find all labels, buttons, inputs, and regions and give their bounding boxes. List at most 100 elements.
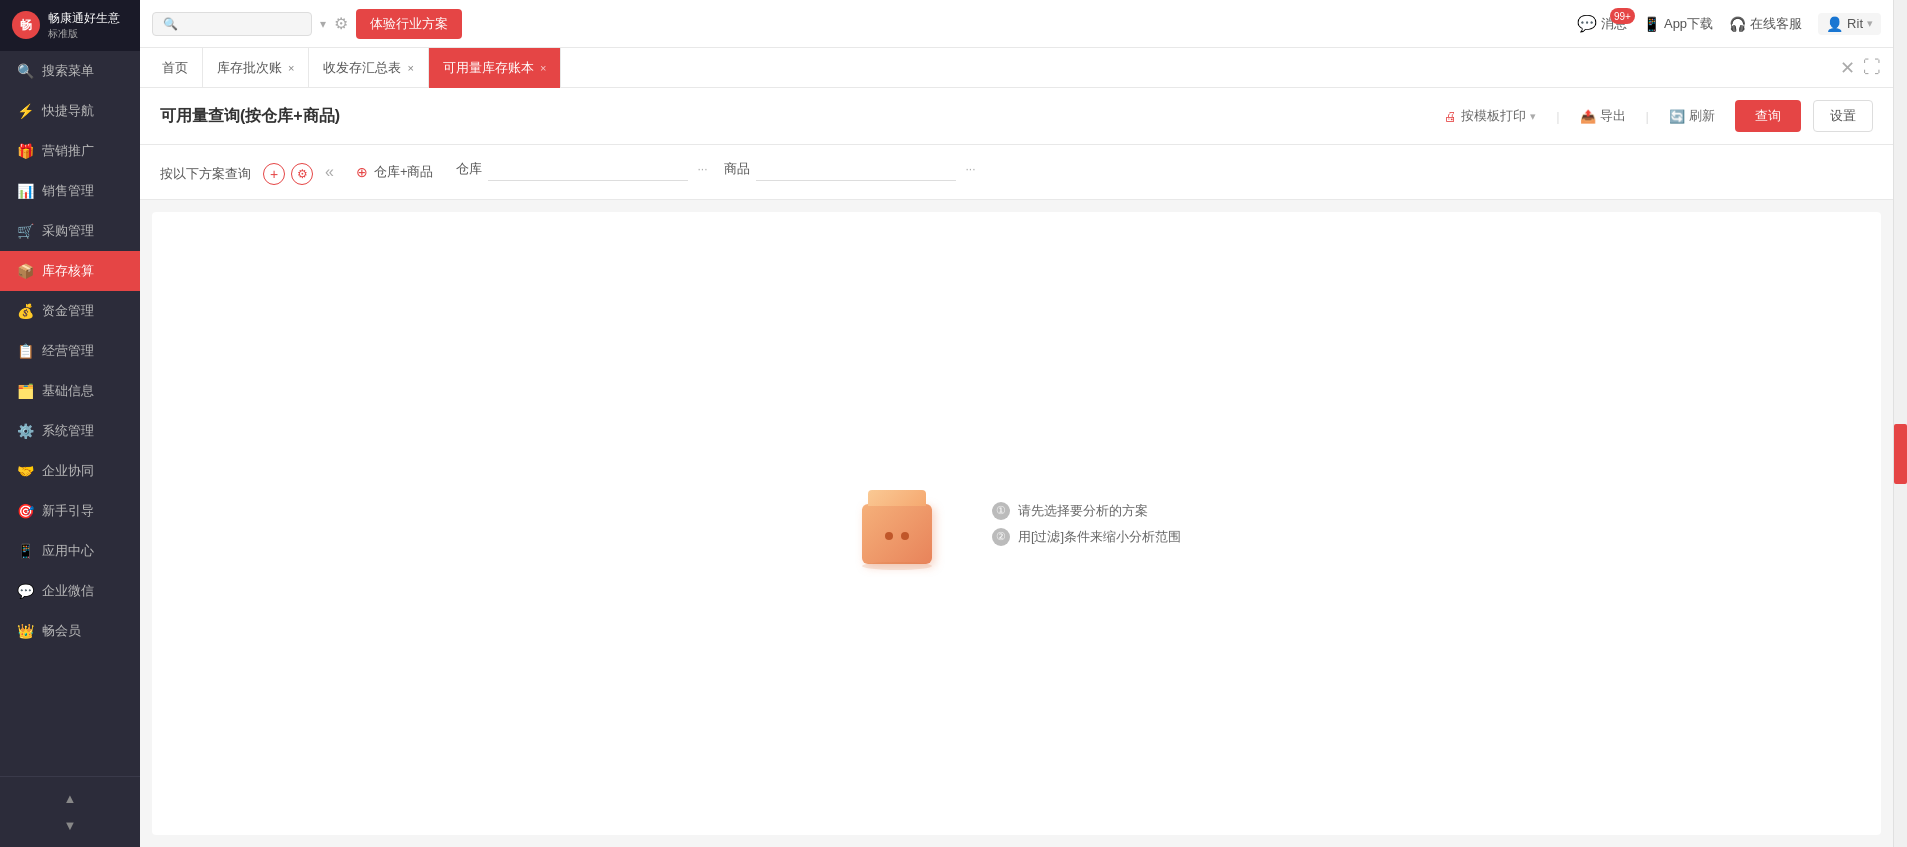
sidebar-item-label: 营销推广 — [42, 142, 94, 160]
scheme-warehouse-product[interactable]: ⊕ 仓库+商品 — [346, 157, 444, 187]
tabs-bar: 首页 库存批次账 × 收发存汇总表 × 可用量库存账本 × ✕ ⛶ — [140, 48, 1893, 88]
scroll-down-btn[interactable]: ▼ — [0, 812, 140, 839]
filter-schemes: ⊕ 仓库+商品 — [346, 157, 444, 187]
main-area: 🔍 ▾ ⚙ 体验行业方案 💬 消息 99+ 📱 App下载 🎧 在线客服 👤 R — [140, 0, 1893, 847]
chart-icon: 📊 — [16, 182, 34, 200]
sidebar-item-label: 基础信息 — [42, 382, 94, 400]
tab-expand-button[interactable]: ⛶ — [1863, 57, 1881, 78]
print-icon: 🖨 — [1444, 109, 1457, 124]
scheme-label: 仓库+商品 — [374, 163, 434, 181]
app-badge: 标准版 — [48, 27, 120, 41]
cart-icon: 🛒 — [16, 222, 34, 240]
tab-home[interactable]: 首页 — [148, 48, 203, 88]
sidebar-item-label: 销售管理 — [42, 182, 94, 200]
product-input[interactable] — [756, 157, 956, 181]
crown-icon: 👑 — [16, 622, 34, 640]
scheme-icon: ⊕ — [356, 164, 368, 180]
export-icon: 📤 — [1580, 109, 1596, 124]
empty-tip-2: ② 用[过滤]条件来缩小分析范围 — [992, 528, 1181, 546]
gear-icon: ⚙️ — [16, 422, 34, 440]
sidebar-item-label: 采购管理 — [42, 222, 94, 240]
page-title: 可用量查询(按仓库+商品) — [160, 106, 340, 127]
search-icon: 🔍 — [163, 17, 178, 31]
sidebar-item-inventory[interactable]: 📦 库存核算 — [0, 251, 140, 291]
filter-collapse-button[interactable]: « — [325, 157, 334, 181]
tab-close-icon[interactable]: × — [407, 62, 413, 74]
filter-label: 按以下方案查询 — [160, 157, 251, 183]
refresh-icon: 🔄 — [1669, 109, 1685, 124]
warehouse-more-icon[interactable]: ··· — [694, 158, 712, 180]
sidebar-item-wechat[interactable]: 💬 企业微信 — [0, 571, 140, 611]
scroll-thumb[interactable] — [1894, 424, 1907, 484]
export-button[interactable]: 📤 导出 — [1572, 103, 1634, 129]
box-eye-left — [885, 532, 893, 540]
tab-label: 收发存汇总表 — [323, 59, 401, 77]
topbar-right: 💬 消息 99+ 📱 App下载 🎧 在线客服 👤 Rit ▾ — [1577, 13, 1881, 35]
sidebar-item-finance[interactable]: 💰 资金管理 — [0, 291, 140, 331]
product-label: 商品 — [724, 160, 750, 178]
sidebar-item-basic[interactable]: 🗂️ 基础信息 — [0, 371, 140, 411]
filter-add-button[interactable]: + — [263, 163, 285, 185]
sidebar-item-newbie[interactable]: 🎯 新手引导 — [0, 491, 140, 531]
topbar-gear-icon[interactable]: ⚙ — [334, 14, 348, 33]
user-menu-button[interactable]: 👤 Rit ▾ — [1818, 13, 1881, 35]
trial-button[interactable]: 体验行业方案 — [356, 9, 462, 39]
app-download-button[interactable]: 📱 App下载 — [1643, 15, 1713, 33]
app-label: App下载 — [1664, 15, 1713, 33]
target-icon: 🎯 — [16, 502, 34, 520]
settings-button[interactable]: 设置 — [1813, 100, 1873, 132]
tab-close-button[interactable]: ✕ — [1840, 57, 1855, 79]
sidebar-item-member[interactable]: 👑 畅会员 — [0, 611, 140, 651]
customer-service-button[interactable]: 🎧 在线客服 — [1729, 15, 1802, 33]
search-input[interactable] — [182, 17, 301, 31]
sidebar-item-sales[interactable]: 📊 销售管理 — [0, 171, 140, 211]
tip-num-1: ① — [992, 502, 1010, 520]
message-button[interactable]: 💬 消息 99+ — [1577, 14, 1627, 33]
tab-available-ledger[interactable]: 可用量库存账本 × — [429, 48, 561, 88]
tab-close-icon[interactable]: × — [288, 62, 294, 74]
sidebar-item-ops[interactable]: 📋 经营管理 — [0, 331, 140, 371]
tabs-actions: ✕ ⛶ — [1840, 57, 1893, 79]
refresh-button[interactable]: 🔄 刷新 — [1661, 103, 1723, 129]
tab-inventory-summary[interactable]: 收发存汇总表 × — [309, 48, 428, 88]
sidebar-item-marketing[interactable]: 🎁 营销推广 — [0, 131, 140, 171]
handshake-icon: 🤝 — [16, 462, 34, 480]
scroll-up-btn[interactable]: ▲ — [0, 785, 140, 812]
sidebar-item-appcenter[interactable]: 📱 应用中心 — [0, 531, 140, 571]
warehouse-input[interactable] — [488, 157, 688, 181]
sidebar-item-search[interactable]: 🔍 搜索菜单 — [0, 51, 140, 91]
product-more-icon[interactable]: ··· — [962, 158, 980, 180]
filter-setting-button[interactable]: ⚙ — [291, 163, 313, 185]
query-button[interactable]: 查询 — [1735, 100, 1801, 132]
sidebar-item-shortcut[interactable]: ⚡ 快捷导航 — [0, 91, 140, 131]
sidebar-item-label: 新手引导 — [42, 502, 94, 520]
folder-icon: 🗂️ — [16, 382, 34, 400]
search-icon: 🔍 — [16, 62, 34, 80]
box-shadow — [862, 562, 932, 570]
sidebar-item-label: 系统管理 — [42, 422, 94, 440]
empty-illustration — [852, 474, 952, 574]
tab-batch-account[interactable]: 库存批次账 × — [203, 48, 309, 88]
sidebar-item-label: 快捷导航 — [42, 102, 94, 120]
empty-tip-1: ① 请先选择要分析的方案 — [992, 502, 1181, 520]
sidebar-bottom: ▲ ▼ — [0, 776, 140, 847]
divider: | — [1646, 109, 1649, 124]
sidebar-item-purchase[interactable]: 🛒 采购管理 — [0, 211, 140, 251]
print-button[interactable]: 🖨 按模板打印 ▾ — [1436, 103, 1544, 129]
main-body: ① 请先选择要分析的方案 ② 用[过滤]条件来缩小分析范围 — [152, 212, 1881, 835]
right-scrollbar[interactable] — [1893, 0, 1907, 847]
tab-close-icon[interactable]: × — [540, 62, 546, 74]
service-label: 在线客服 — [1750, 15, 1802, 33]
sidebar-scroll: 🔍 搜索菜单 ⚡ 快捷导航 🎁 营销推广 📊 销售管理 🛒 采购管理 📦 库存核… — [0, 51, 140, 776]
home-label: 首页 — [162, 59, 188, 77]
sidebar-item-system[interactable]: ⚙️ 系统管理 — [0, 411, 140, 451]
filter-actions: + ⚙ — [263, 157, 313, 185]
chevron-down-icon[interactable]: ▾ — [320, 17, 326, 31]
app-logo: 畅 — [12, 11, 40, 39]
tip-text-2: 用[过滤]条件来缩小分析范围 — [1018, 528, 1181, 546]
sidebar-item-enterprise[interactable]: 🤝 企业协同 — [0, 451, 140, 491]
topbar-search-wrapper[interactable]: 🔍 — [152, 12, 312, 36]
money-icon: 💰 — [16, 302, 34, 320]
page-actions: 🖨 按模板打印 ▾ | 📤 导出 | 🔄 刷新 查询 设置 — [1436, 100, 1873, 132]
mobile-icon: 📱 — [16, 542, 34, 560]
